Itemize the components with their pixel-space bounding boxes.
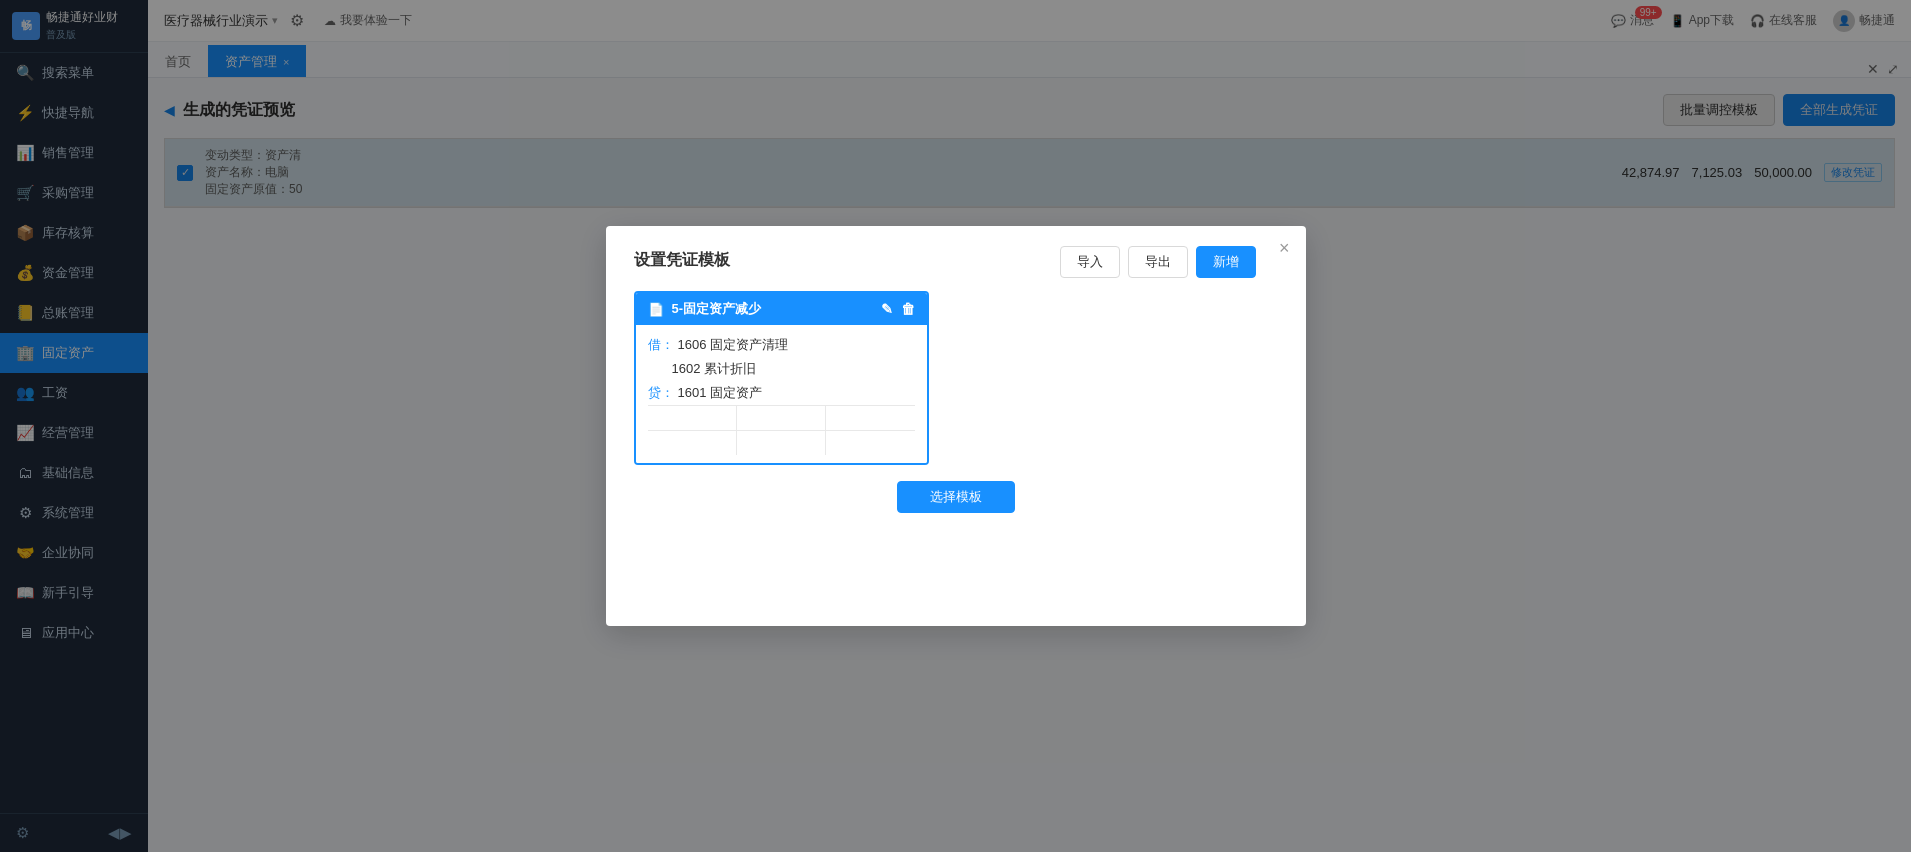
entry-1602: 1602 累计折旧 — [668, 357, 915, 381]
template-file-icon: 📄 — [648, 302, 664, 317]
entry-1606: 借： 1606 固定资产清理 — [648, 333, 915, 357]
template-card-body: 借： 1606 固定资产清理 1602 累计折旧 贷： 1601 固定资产 — [636, 325, 927, 463]
grid-cell-6 — [826, 431, 915, 455]
template-header-left: 📄 5-固定资产减少 — [648, 300, 762, 318]
new-template-btn[interactable]: 新增 — [1196, 246, 1256, 278]
template-delete-icon[interactable]: 🗑 — [901, 301, 915, 317]
grid-cell-1 — [648, 406, 737, 430]
grid-cell-2 — [737, 406, 826, 430]
grid-cell-4 — [648, 431, 737, 455]
template-grid-2 — [648, 430, 915, 455]
template-edit-icon[interactable]: ✎ — [881, 301, 893, 317]
export-btn[interactable]: 导出 — [1128, 246, 1188, 278]
template-grid — [648, 405, 915, 430]
template-name: 5-固定资产减少 — [672, 300, 762, 318]
template-card-actions: ✎ 🗑 — [881, 301, 915, 317]
template-card-header: 📄 5-固定资产减少 ✎ 🗑 — [636, 293, 927, 325]
modal-toolbar: 导入 导出 新增 — [1060, 246, 1256, 278]
grid-cell-3 — [826, 406, 915, 430]
template-modal: × 设置凭证模板 导入 导出 新增 📄 5-固定资产减少 ✎ 🗑 — [606, 226, 1306, 626]
choose-template-btn[interactable]: 选择模板 — [897, 481, 1015, 513]
import-btn[interactable]: 导入 — [1060, 246, 1120, 278]
template-card: 📄 5-固定资产减少 ✎ 🗑 借： 1606 固定资产清理 1602 — [634, 291, 929, 465]
modal-overlay: × 设置凭证模板 导入 导出 新增 📄 5-固定资产减少 ✎ 🗑 — [0, 0, 1911, 852]
entry-1601: 贷： 1601 固定资产 — [648, 381, 915, 405]
choose-template-container: 选择模板 — [634, 481, 1278, 513]
modal-close-btn[interactable]: × — [1279, 238, 1290, 259]
grid-cell-5 — [737, 431, 826, 455]
